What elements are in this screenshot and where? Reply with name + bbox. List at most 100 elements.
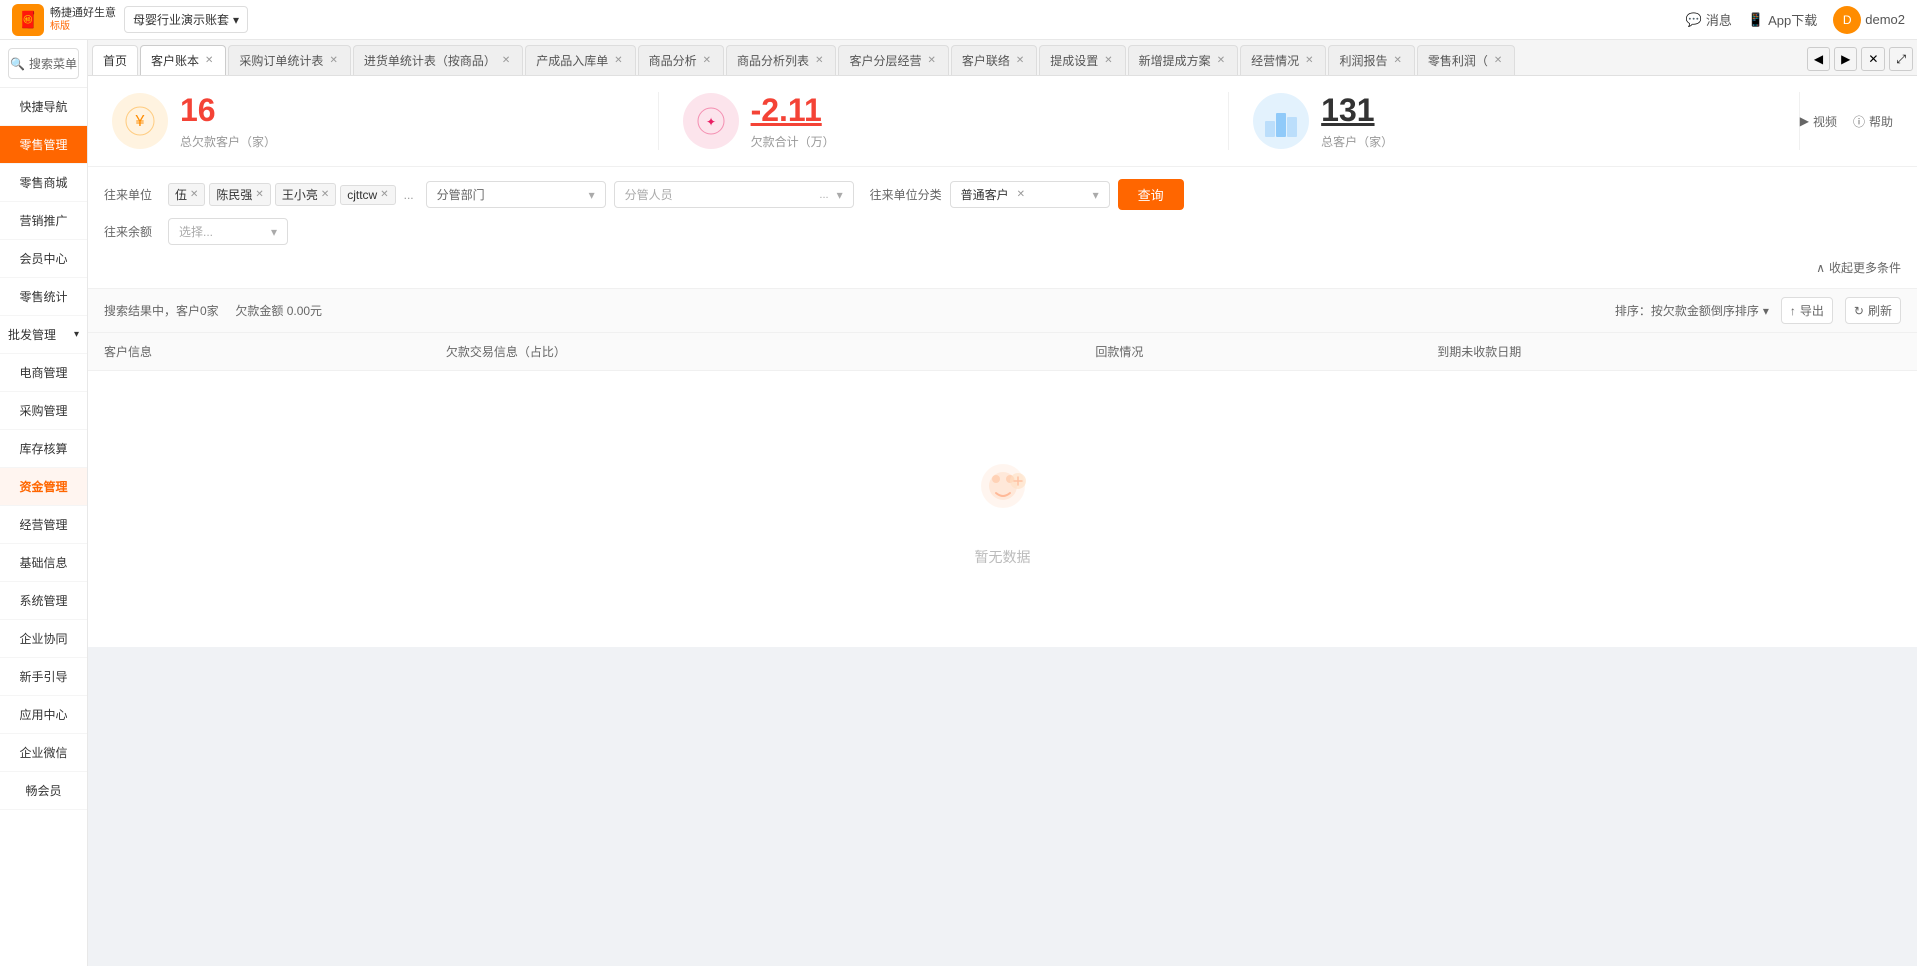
- sidebar-search-area: 🔍 搜索菜单: [0, 40, 87, 88]
- close-tab-customer-segment[interactable]: ✕: [925, 55, 937, 66]
- close-tab-add-promotion[interactable]: ✕: [1215, 55, 1227, 66]
- empty-text: 暂无数据: [975, 547, 1031, 567]
- tab-customer-balance[interactable]: 客户账本 ✕: [140, 45, 226, 75]
- user-avatar[interactable]: D demo2: [1833, 6, 1905, 34]
- sidebar-item-wholesale[interactable]: 批发管理 ▾: [0, 316, 87, 354]
- close-tab-product-analysis[interactable]: ✕: [701, 55, 713, 66]
- close-tab-cost-inbound[interactable]: ✕: [612, 55, 624, 66]
- remove-tag-chen[interactable]: ✕: [255, 189, 263, 200]
- help-btn[interactable]: ⓘ 帮助: [1853, 113, 1893, 130]
- credit-customers-info: 16 总欠款客户（家）: [180, 92, 276, 150]
- tab-profit-report[interactable]: 利润报告 ✕: [1328, 45, 1414, 75]
- sidebar-item-retail-mgmt[interactable]: 零售管理: [0, 126, 87, 164]
- sidebar-item-quick-nav[interactable]: 快捷导航: [0, 88, 87, 126]
- tab-close-all-btn[interactable]: ✕: [1861, 47, 1885, 71]
- sidebar-item-marketing[interactable]: 营销推广: [0, 202, 87, 240]
- results-bar: 搜索结果中，客户0家 欠款金额 0.00元 排序：按欠款金额倒序排序 ▾ ↑ 导…: [88, 289, 1917, 333]
- remaining-amount-select[interactable]: 选择... ▾: [168, 218, 288, 245]
- search-menu-btn[interactable]: 🔍 搜索菜单: [8, 48, 79, 79]
- svg-text:¥: ¥: [135, 113, 145, 130]
- tab-home[interactable]: 首页: [92, 45, 138, 75]
- close-tab-retail-profit[interactable]: ✕: [1492, 55, 1504, 66]
- tab-product-analysis[interactable]: 商品分析 ✕: [638, 45, 724, 75]
- sidebar-item-finance[interactable]: 资金管理: [0, 468, 87, 506]
- tab-product-analysis-list[interactable]: 商品分析列表 ✕: [726, 45, 836, 75]
- remove-tag-wang[interactable]: ✕: [321, 189, 329, 200]
- remaining-amount-label: 往来余额: [104, 223, 160, 240]
- sidebar-item-purchase[interactable]: 采购管理: [0, 392, 87, 430]
- remove-tag-wu[interactable]: ✕: [190, 189, 198, 200]
- logo-icon: 🧧: [12, 4, 44, 36]
- stats-bar: ¥ 16 总欠款客户（家） ✦: [88, 76, 1917, 167]
- avatar: D: [1833, 6, 1861, 34]
- filter-row-1: 往来单位 伍 ✕ 陈民强 ✕ 王小亮 ✕: [104, 179, 1901, 210]
- close-tab-operations-status[interactable]: ✕: [1303, 55, 1315, 66]
- tab-purchase-order[interactable]: 采购订单统计表 ✕: [228, 45, 350, 75]
- filter-tag-chen[interactable]: 陈民强 ✕: [209, 183, 270, 206]
- sidebar-item-wechat[interactable]: 企业微信: [0, 734, 87, 772]
- sidebar-item-operations[interactable]: 经营管理: [0, 506, 87, 544]
- stat-credit-customers: ¥ 16 总欠款客户（家）: [112, 92, 659, 150]
- filter-tag-wu[interactable]: 伍 ✕: [168, 183, 205, 206]
- close-tab-profit-report[interactable]: ✕: [1392, 55, 1404, 66]
- col-repayment: 回款情况: [1079, 333, 1421, 371]
- tab-cost-inbound[interactable]: 产成品入库单 ✕: [525, 45, 635, 75]
- branch-person-select[interactable]: 分管人员 ... ▾: [614, 181, 854, 208]
- close-tab-customer-contact[interactable]: ✕: [1014, 55, 1026, 66]
- tab-customer-segment[interactable]: 客户分层经营 ✕: [838, 45, 948, 75]
- tab-operations-status[interactable]: 经营情况 ✕: [1240, 45, 1326, 75]
- page-content: ¥ 16 总欠款客户（家） ✦: [88, 76, 1917, 966]
- credit-amount-value: -2.11: [751, 92, 835, 129]
- filter-tags-more[interactable]: ...: [400, 186, 418, 204]
- sidebar-item-retail-stats[interactable]: 零售统计: [0, 278, 87, 316]
- sidebar-item-vip[interactable]: 畅会员: [0, 772, 87, 810]
- sort-selector[interactable]: 排序：按欠款金额倒序排序 ▾: [1615, 302, 1769, 319]
- app-download-btn[interactable]: 📱 App下载: [1748, 10, 1817, 29]
- sidebar-item-app-center[interactable]: 应用中心: [0, 696, 87, 734]
- close-tab-promotion-settings[interactable]: ✕: [1102, 55, 1114, 66]
- sidebar-item-member-center[interactable]: 会员中心: [0, 240, 87, 278]
- credit-customers-value: 16: [180, 92, 276, 129]
- filter-tag-wang[interactable]: 王小亮 ✕: [275, 183, 336, 206]
- sidebar-item-retail-mall[interactable]: 零售商城: [0, 164, 87, 202]
- branch-dept-select[interactable]: 分管部门 ▾: [426, 181, 606, 208]
- close-tab-inbound-stats[interactable]: ✕: [500, 55, 512, 66]
- tab-promotion-settings[interactable]: 提成设置 ✕: [1039, 45, 1125, 75]
- filter-actions: ∧ 收起更多条件: [104, 253, 1901, 276]
- chevron-down-icon5: ▾: [1763, 304, 1769, 318]
- tab-customer-contact[interactable]: 客户联络 ✕: [951, 45, 1037, 75]
- sidebar-item-newbie[interactable]: 新手引导: [0, 658, 87, 696]
- unit-category-select[interactable]: 普通客户 ✕ ▾: [950, 181, 1110, 208]
- total-customers-label: 总客户（家）: [1321, 133, 1393, 150]
- tab-next-btn[interactable]: ▶: [1834, 47, 1857, 71]
- account-selector[interactable]: 母婴行业演示账套 ▾: [124, 6, 248, 33]
- remove-unit-category[interactable]: ✕: [1017, 189, 1025, 200]
- close-tab-purchase-order[interactable]: ✕: [327, 55, 339, 66]
- query-button[interactable]: 查询: [1118, 179, 1184, 210]
- video-help-btn[interactable]: ▶ 视频: [1800, 113, 1837, 130]
- table-container: 客户信息 欠款交易信息（占比） 回款情况 到期未收款日期: [88, 333, 1917, 647]
- filter-row-2: 往来余额 选择... ▾: [104, 218, 1901, 245]
- sidebar-item-system[interactable]: 系统管理: [0, 582, 87, 620]
- tab-retail-profit[interactable]: 零售利润（ ✕: [1417, 45, 1515, 75]
- top-bar-right: 💬 消息 📱 App下载 D demo2: [1686, 6, 1905, 34]
- sidebar-item-basic-info[interactable]: 基础信息: [0, 544, 87, 582]
- sidebar-item-enterprise[interactable]: 企业协同: [0, 620, 87, 658]
- tab-expand-btn[interactable]: ⤢: [1889, 47, 1913, 71]
- message-btn[interactable]: 💬 消息: [1686, 10, 1732, 29]
- sort-label: 排序：按欠款金额倒序排序: [1615, 302, 1759, 319]
- export-btn[interactable]: ↑ 导出: [1781, 297, 1833, 324]
- sidebar-item-ecommerce[interactable]: 电商管理: [0, 354, 87, 392]
- filter-tag-cjttcw[interactable]: cjttcw ✕: [340, 185, 395, 205]
- unit-label: 往来单位: [104, 186, 160, 203]
- close-tab-customer-balance[interactable]: ✕: [203, 55, 215, 66]
- refresh-btn[interactable]: ↻ 刷新: [1845, 297, 1901, 324]
- collapse-btn[interactable]: ∧ 收起更多条件: [1816, 259, 1901, 276]
- sidebar-item-inventory[interactable]: 库存核算: [0, 430, 87, 468]
- close-tab-product-analysis-list[interactable]: ✕: [813, 55, 825, 66]
- tab-prev-btn[interactable]: ◀: [1807, 47, 1830, 71]
- svg-text:✦: ✦: [706, 115, 716, 129]
- tab-inbound-stats[interactable]: 进货单统计表（按商品） ✕: [353, 45, 523, 75]
- remove-tag-cjttcw[interactable]: ✕: [380, 189, 388, 200]
- tab-add-promotion[interactable]: 新增提成方案 ✕: [1128, 45, 1238, 75]
